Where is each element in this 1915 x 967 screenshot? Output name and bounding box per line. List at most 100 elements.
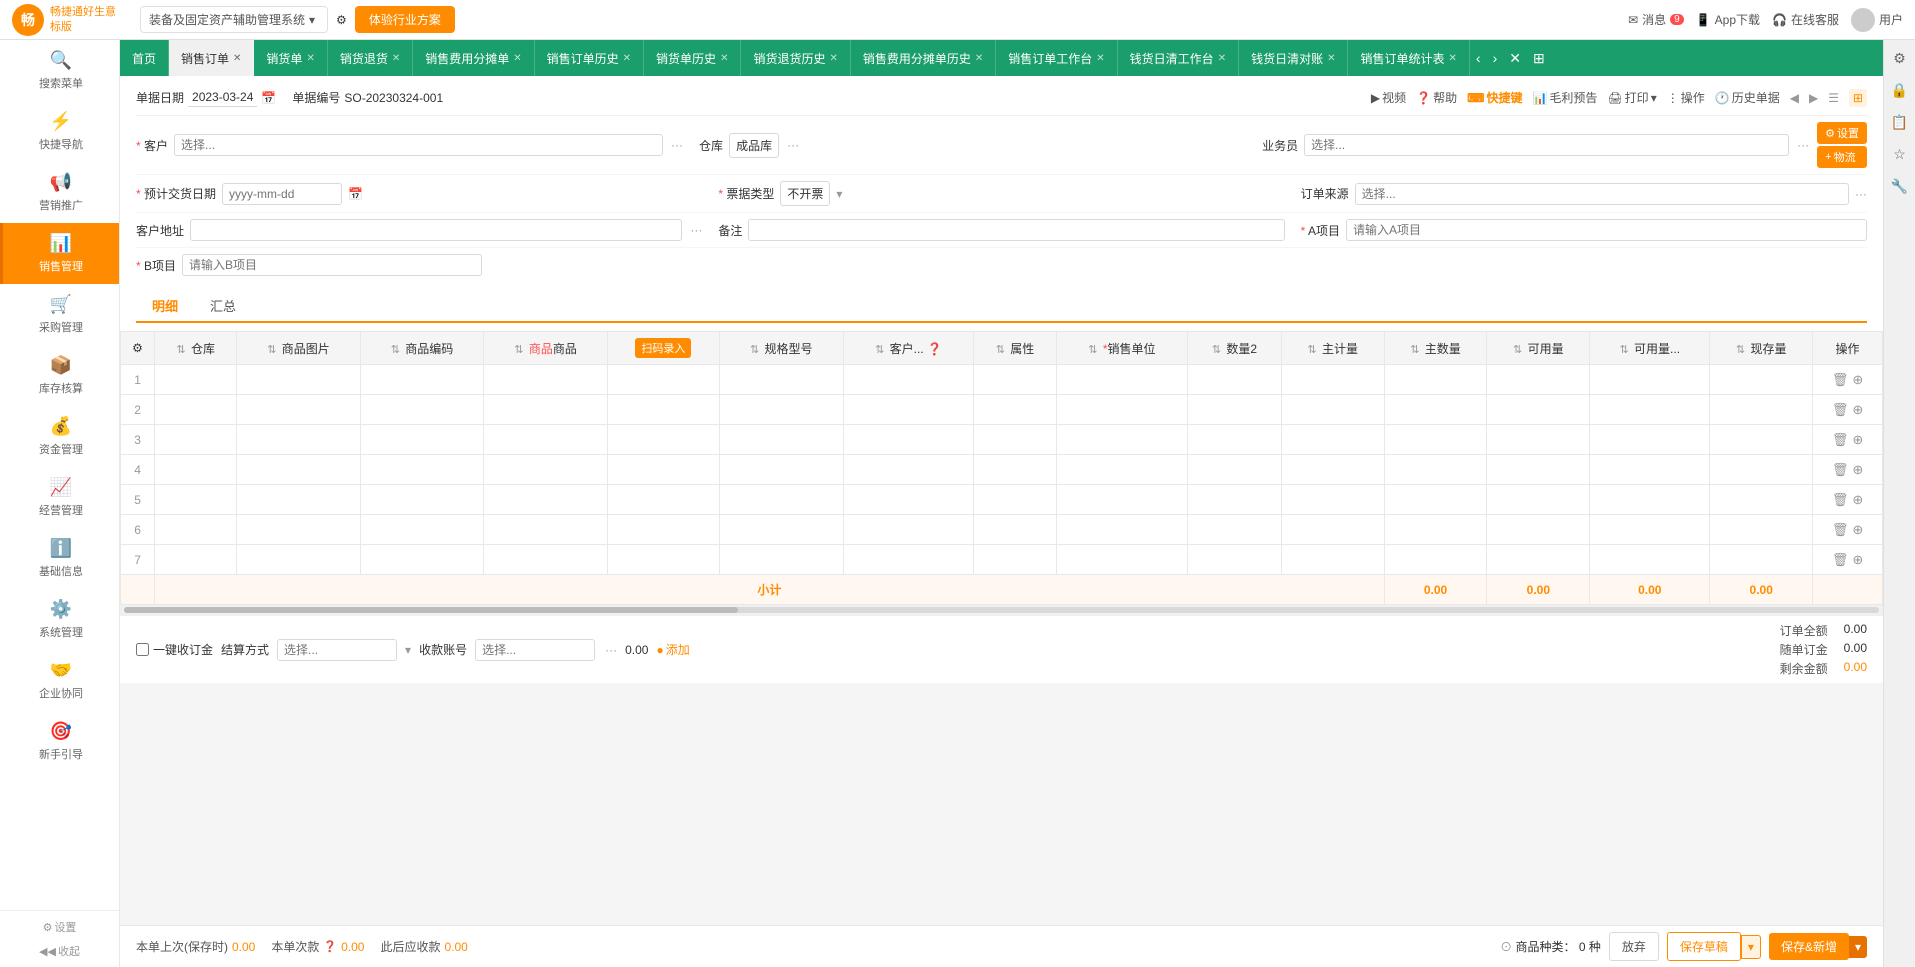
row7-spec[interactable] — [720, 545, 844, 575]
sidebar-item-basic[interactable]: ℹ️ 基础信息 — [0, 528, 119, 589]
right-panel-star-icon[interactable]: ☆ — [1886, 140, 1914, 168]
row5-code[interactable] — [360, 485, 484, 515]
row2-attr[interactable] — [974, 395, 1056, 425]
save-draft-button[interactable]: 保存草稿 — [1667, 932, 1741, 961]
row5-attr[interactable] — [974, 485, 1056, 515]
help-action[interactable]: ❓ 帮助 — [1416, 89, 1457, 106]
save-draft-chevron-icon[interactable]: ▾ — [1741, 935, 1761, 959]
row7-attr[interactable] — [974, 545, 1056, 575]
history-action[interactable]: 🕐 历史单据 — [1715, 89, 1780, 106]
sort-icon-available2[interactable]: ⇅ — [1619, 344, 1628, 356]
row1-delete-icon[interactable]: 🗑 — [1832, 372, 1849, 388]
row1-copy-icon[interactable]: ⊕ — [1852, 372, 1863, 388]
tab-expense-history[interactable]: 销售费用分摊单历史 ✕ — [851, 40, 996, 76]
close-icon-tab7[interactable]: ✕ — [829, 53, 837, 64]
close-icon-tab10[interactable]: ✕ — [1218, 53, 1226, 64]
sidebar-item-operations[interactable]: 📈 经营管理 — [0, 467, 119, 528]
row7-code[interactable] — [360, 545, 484, 575]
row2-product[interactable] — [484, 395, 608, 425]
close-icon-tab3[interactable]: ✕ — [392, 53, 400, 64]
message-icon-area[interactable]: ✉ 消息 9 — [1628, 11, 1684, 28]
row3-product[interactable] — [484, 425, 608, 455]
list-view-icon[interactable]: ☰ — [1828, 91, 1839, 105]
date-value[interactable]: 2023-03-24 — [188, 88, 257, 107]
sort-icon-code[interactable]: ⇅ — [391, 344, 400, 356]
row4-warehouse[interactable] — [155, 455, 237, 485]
row4-copy-icon[interactable]: ⊕ — [1852, 462, 1863, 478]
tab-sales-slip-history[interactable]: 销货单历史 ✕ — [644, 40, 741, 76]
calendar-icon[interactable]: 📅 — [261, 91, 276, 105]
account-more-icon[interactable]: ··· — [605, 643, 617, 657]
row5-product[interactable] — [484, 485, 608, 515]
tab-sales-expense[interactable]: 销售费用分摊单 ✕ — [413, 40, 534, 76]
row5-customer-code[interactable] — [843, 485, 974, 515]
right-panel-lock-icon[interactable]: 🔒 — [1886, 76, 1914, 104]
row2-unit[interactable] — [1056, 395, 1188, 425]
user-area[interactable]: 用户 — [1851, 8, 1903, 32]
tab-order-workbench[interactable]: 销售订单工作台 ✕ — [996, 40, 1117, 76]
address-more-icon[interactable]: ··· — [690, 223, 702, 237]
row7-warehouse[interactable] — [155, 545, 237, 575]
customer-address-input[interactable] — [190, 219, 682, 241]
tab-sales-slip[interactable]: 销货单 ✕ — [254, 40, 327, 76]
salesman-more-icon[interactable]: ··· — [1797, 138, 1809, 152]
row4-qty2[interactable] — [1188, 455, 1282, 485]
close-icon-tab11[interactable]: ✕ — [1327, 53, 1335, 64]
row7-qty2[interactable] — [1188, 545, 1282, 575]
row3-code[interactable] — [360, 425, 484, 455]
row2-delete-icon[interactable]: 🗑 — [1832, 402, 1849, 418]
tab-sales-order-close[interactable]: ✕ — [233, 53, 241, 64]
sort-icon-warehouse[interactable]: ⇅ — [176, 344, 185, 356]
tab-sales-order[interactable]: 销售订单 ✕ — [169, 40, 254, 76]
row6-product[interactable] — [484, 515, 608, 545]
row7-delete-icon[interactable]: 🗑 — [1832, 552, 1849, 568]
sidebar-item-enterprise[interactable]: 🤝 企业协同 — [0, 650, 119, 711]
save-new-chevron-icon[interactable]: ▾ — [1849, 936, 1867, 958]
row1-qty2[interactable] — [1188, 365, 1282, 395]
b-project-input[interactable] — [182, 254, 482, 276]
sidebar-collapse-btn[interactable]: ◀◀ 收起 — [39, 943, 80, 959]
notes-input[interactable] — [748, 219, 1284, 241]
settings-icon-top[interactable]: ⚙ — [336, 13, 347, 27]
tab-daily-workbench[interactable]: 钱货日清工作台 ✕ — [1118, 40, 1239, 76]
invoice-chevron-icon[interactable]: ▾ — [836, 187, 842, 201]
tab-sales-return[interactable]: 销货退货 ✕ — [328, 40, 413, 76]
grid-view-icon[interactable]: ⊞ — [1849, 89, 1867, 107]
one-click-checkbox[interactable] — [136, 643, 149, 656]
horizontal-scrollbar[interactable] — [120, 605, 1883, 615]
tip-icon-order[interactable]: ❓ — [323, 940, 337, 953]
operations-action[interactable]: ⋮ 操作 — [1667, 89, 1705, 106]
sort-icon-stock[interactable]: ⇅ — [1736, 344, 1745, 356]
shortcut-action[interactable]: ⌨ 快捷键 — [1467, 89, 1522, 106]
tab-sales-slip-close[interactable]: ✕ — [306, 53, 314, 64]
sort-icon-main-unit[interactable]: ⇅ — [1307, 344, 1316, 356]
close-icon-tab4[interactable]: ✕ — [513, 53, 521, 64]
close-icon-tab6[interactable]: ✕ — [720, 53, 728, 64]
tab-sales-order-history[interactable]: 销售订单历史 ✕ — [535, 40, 644, 76]
app-download-link[interactable]: 📱 App下载 — [1696, 11, 1760, 28]
close-icon-tab12[interactable]: ✕ — [1449, 53, 1457, 64]
row3-spec[interactable] — [720, 425, 844, 455]
row1-customer-code[interactable] — [843, 365, 974, 395]
sidebar-item-search[interactable]: 🔍 搜索菜单 — [0, 40, 119, 101]
row7-product[interactable] — [484, 545, 608, 575]
row1-spec[interactable] — [720, 365, 844, 395]
tab-more-btn[interactable]: ⊞ — [1527, 50, 1551, 67]
scan-button[interactable]: 扫码录入 — [635, 338, 691, 358]
close-icon-tab8[interactable]: ✕ — [975, 53, 983, 64]
row3-unit[interactable] — [1056, 425, 1188, 455]
sort-icon-attr[interactable]: ⇅ — [996, 344, 1005, 356]
sort-icon-product[interactable]: ⇅ — [514, 344, 523, 356]
sidebar-item-inventory[interactable]: 📦 库存核算 — [0, 345, 119, 406]
row6-spec[interactable] — [720, 515, 844, 545]
warehouse-more-icon[interactable]: ··· — [787, 138, 799, 152]
scrollbar-thumb[interactable] — [124, 607, 738, 613]
video-action[interactable]: ▶ 视频 — [1371, 89, 1406, 106]
row5-unit[interactable] — [1056, 485, 1188, 515]
tab-sales-stats[interactable]: 销售订单统计表 ✕ — [1348, 40, 1469, 76]
order-source-input[interactable] — [1355, 183, 1849, 205]
row1-product[interactable] — [484, 365, 608, 395]
row3-warehouse[interactable] — [155, 425, 237, 455]
row7-copy-icon[interactable]: ⊕ — [1852, 552, 1863, 568]
row5-qty2[interactable] — [1188, 485, 1282, 515]
